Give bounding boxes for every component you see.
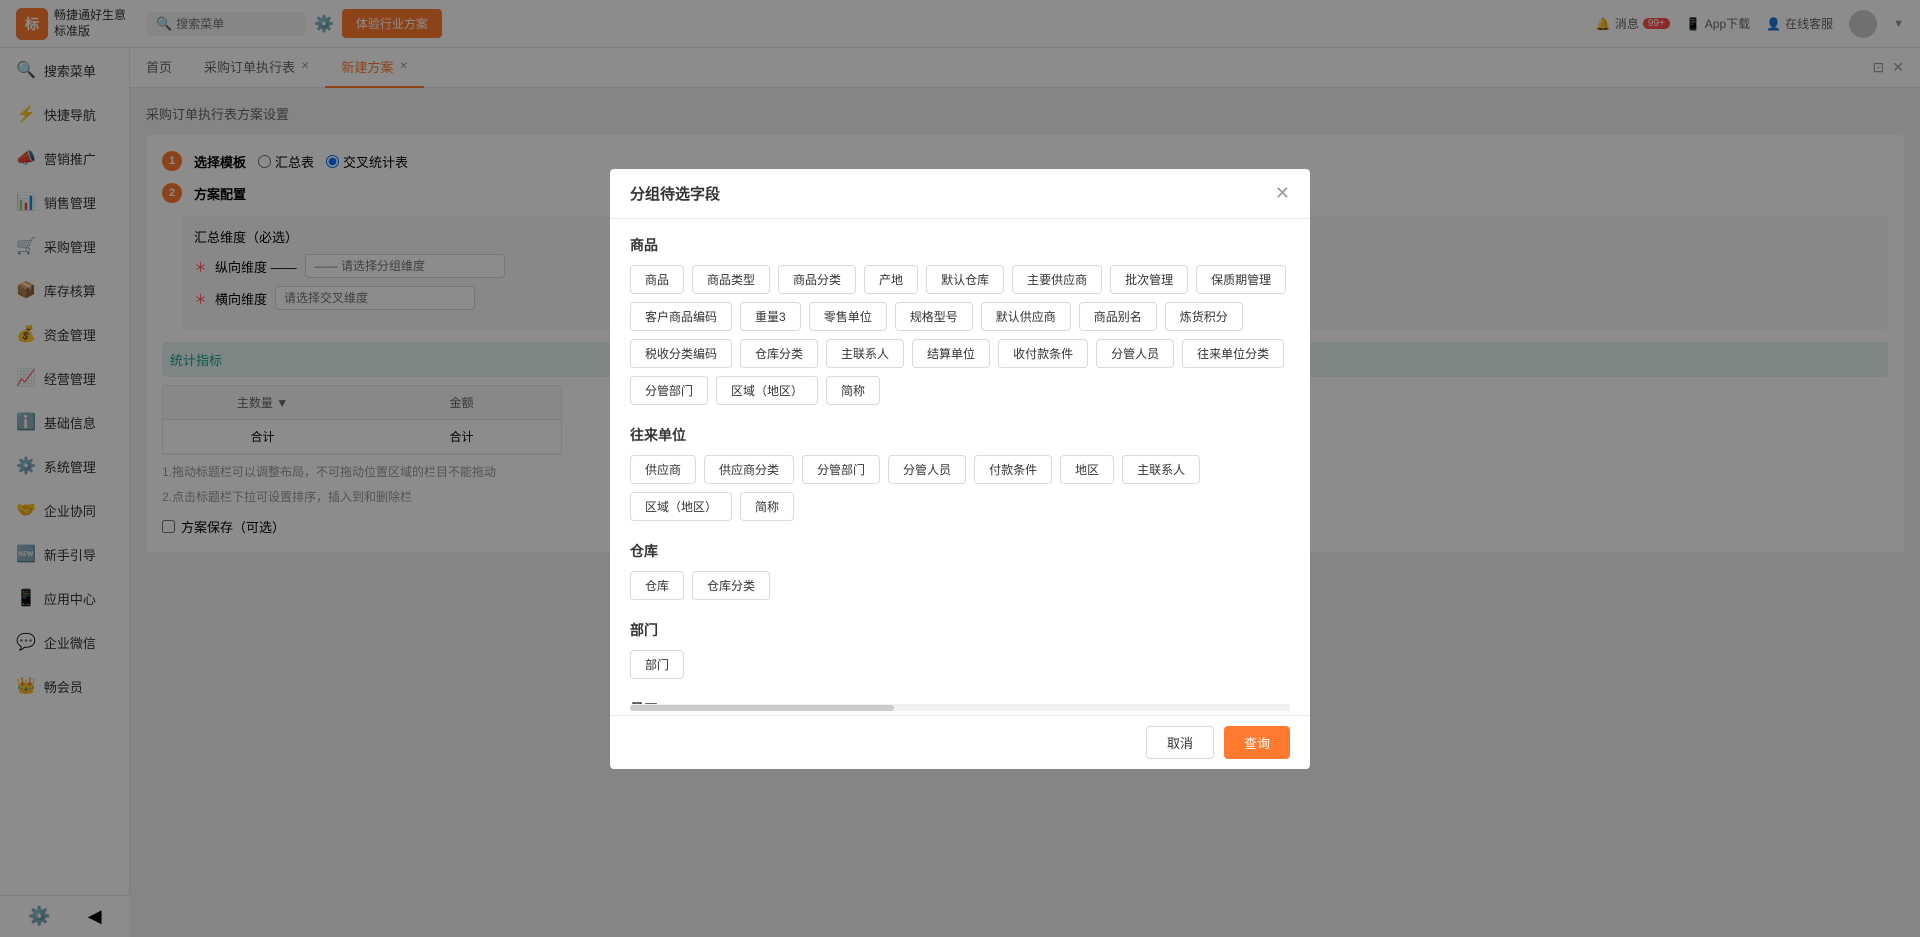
field-tag[interactable]: 结算单位	[912, 339, 990, 368]
field-tag[interactable]: 地区	[1060, 455, 1114, 484]
section-title-partner: 往来单位	[630, 425, 1290, 445]
field-tag[interactable]: 默认供应商	[981, 302, 1071, 331]
field-tag[interactable]: 仓库分类	[692, 571, 770, 600]
section-title-department: 部门	[630, 620, 1290, 640]
field-tag[interactable]: 仓库	[630, 571, 684, 600]
field-section-department: 部门部门	[630, 620, 1290, 679]
field-tag[interactable]: 规格型号	[895, 302, 973, 331]
field-tag[interactable]: 主要供应商	[1012, 265, 1102, 294]
field-section-partner: 往来单位供应商供应商分类分管部门分管人员付款条件地区主联系人区域（地区） 简称	[630, 425, 1290, 521]
field-tag[interactable]: 重量3	[740, 302, 801, 331]
modal-header: 分组待选字段 ✕	[610, 169, 1310, 219]
field-tags-warehouse: 仓库仓库分类	[630, 571, 1290, 600]
field-tag[interactable]: 往来单位分类	[1182, 339, 1284, 368]
field-tag[interactable]: 默认仓库	[926, 265, 1004, 294]
modal-title: 分组待选字段	[630, 183, 720, 204]
section-title-warehouse: 仓库	[630, 541, 1290, 561]
field-tag[interactable]: 零售单位	[809, 302, 887, 331]
field-section-goods: 商品商品商品类型商品分类产地默认仓库主要供应商批次管理保质期管理客户商品编码重量…	[630, 235, 1290, 405]
field-tag[interactable]: 商品分类	[778, 265, 856, 294]
field-section-warehouse: 仓库仓库仓库分类	[630, 541, 1290, 600]
modal-close-button[interactable]: ✕	[1275, 183, 1290, 204]
field-tag[interactable]: 炼货积分	[1165, 302, 1243, 331]
field-tag[interactable]: 产地	[864, 265, 918, 294]
field-tag[interactable]: 分管人员	[888, 455, 966, 484]
field-tag[interactable]: 商品别名	[1079, 302, 1157, 331]
field-tag[interactable]: 客户商品编码	[630, 302, 732, 331]
field-tags-goods: 商品商品类型商品分类产地默认仓库主要供应商批次管理保质期管理客户商品编码重量3 零…	[630, 265, 1290, 405]
field-tag[interactable]: 分管部门	[630, 376, 708, 405]
field-tag[interactable]: 税收分类编码	[630, 339, 732, 368]
field-tag[interactable]: 部门	[630, 650, 684, 679]
field-tag[interactable]: 供应商	[630, 455, 696, 484]
field-tags-partner: 供应商供应商分类分管部门分管人员付款条件地区主联系人区域（地区） 简称	[630, 455, 1290, 521]
field-tag[interactable]: 主联系人	[1122, 455, 1200, 484]
field-tag[interactable]: 区域（地区）	[716, 376, 818, 405]
modal-body[interactable]: 商品商品商品类型商品分类产地默认仓库主要供应商批次管理保质期管理客户商品编码重量…	[610, 219, 1310, 704]
field-tag[interactable]: 付款条件	[974, 455, 1052, 484]
modal: 分组待选字段 ✕ 商品商品商品类型商品分类产地默认仓库主要供应商批次管理保质期管…	[610, 169, 1310, 769]
horizontal-scrollbar-thumb	[630, 705, 894, 711]
field-tag[interactable]: 供应商分类	[704, 455, 794, 484]
field-tag[interactable]: 仓库分类	[740, 339, 818, 368]
cancel-button[interactable]: 取消	[1146, 726, 1214, 759]
field-tag[interactable]: 保质期管理	[1196, 265, 1286, 294]
modal-footer: 取消 查询	[610, 715, 1310, 769]
modal-overlay[interactable]: 分组待选字段 ✕ 商品商品商品类型商品分类产地默认仓库主要供应商批次管理保质期管…	[0, 0, 1920, 937]
field-tag[interactable]: 商品	[630, 265, 684, 294]
field-tag[interactable]: 简称	[826, 376, 880, 405]
field-tag[interactable]: 分管部门	[802, 455, 880, 484]
field-tag[interactable]: 分管人员	[1096, 339, 1174, 368]
horizontal-scrollbar	[630, 704, 1290, 711]
field-tag[interactable]: 收付款条件	[998, 339, 1088, 368]
field-tags-department: 部门	[630, 650, 1290, 679]
field-tag[interactable]: 批次管理	[1110, 265, 1188, 294]
field-tag[interactable]: 商品类型	[692, 265, 770, 294]
field-tag[interactable]: 区域（地区）	[630, 492, 732, 521]
section-title-goods: 商品	[630, 235, 1290, 255]
field-tag[interactable]: 简称	[740, 492, 794, 521]
field-tag[interactable]: 主联系人	[826, 339, 904, 368]
confirm-button[interactable]: 查询	[1224, 726, 1290, 759]
